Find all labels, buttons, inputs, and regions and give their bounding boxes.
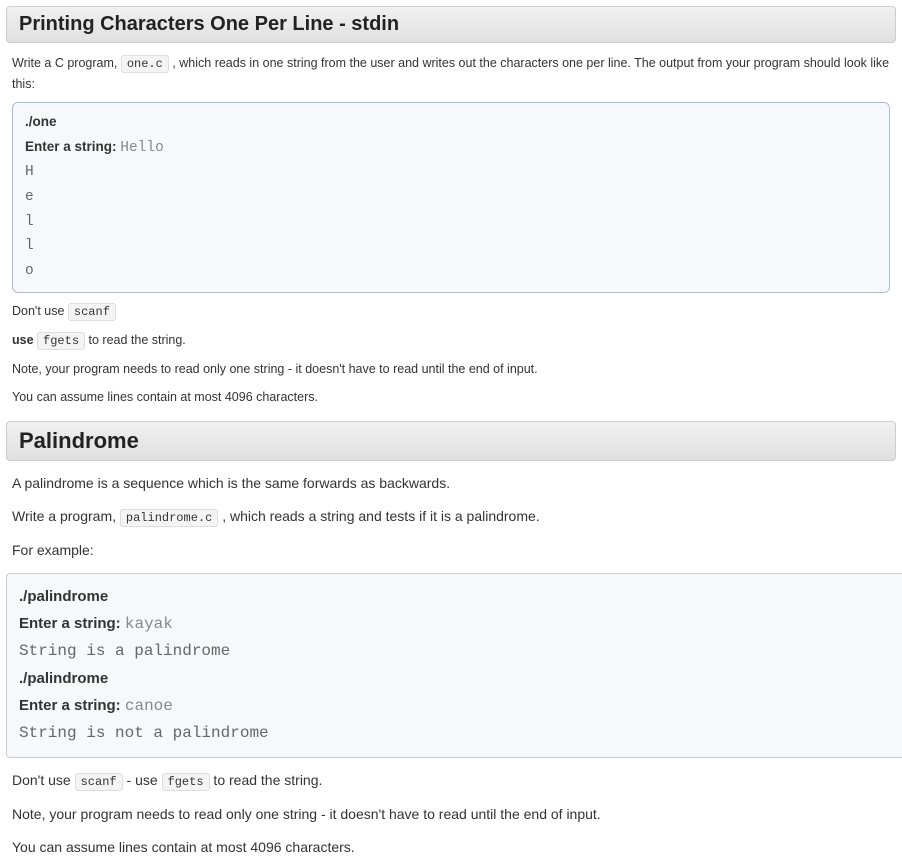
code-output: String is a palindrome [19,642,230,660]
text: to read the string. [210,772,323,788]
example-label: For example: [12,538,890,563]
note-max-chars-2: You can assume lines contain at most 409… [12,835,890,860]
section-title-palindrome: Palindrome [6,421,896,461]
code-output: e [25,189,34,205]
code-block-one-example: ./one Enter a string: Hello H e l l o [12,102,890,292]
code-input: canoe [125,697,173,715]
code-output: l [25,238,34,254]
code-prompt: Enter a string: [19,697,125,714]
code-filename-one: one.c [121,55,169,73]
text-bold: use [12,333,37,347]
code-filename-palindrome: palindrome.c [120,509,218,527]
palindrome-def: A palindrome is a sequence which is the … [12,471,890,496]
code-fgets: fgets [162,773,210,791]
section-title-stdin: Printing Characters One Per Line - stdin [6,6,896,43]
text: Write a C program, [12,56,121,70]
dont-use-scanf: Don't use scanf [12,301,890,322]
code-cmd: ./palindrome [19,670,108,687]
dont-use-scanf-2: Don't use scanf - use fgets to read the … [12,768,890,794]
text: Don't use [12,772,75,788]
intro-paragraph-1: Write a C program, one.c , which reads i… [12,53,890,94]
code-cmd: ./one [25,114,57,129]
code-scanf: scanf [68,303,116,321]
code-output: l [25,214,34,230]
note-max-chars: You can assume lines contain at most 409… [12,387,890,407]
text: to read the string. [85,333,186,347]
note-one-string-2: Note, your program needs to read only on… [12,802,890,827]
code-scanf: scanf [75,773,123,791]
code-output: H [25,164,34,180]
code-input: kayak [125,615,173,633]
code-output: o [25,263,34,279]
use-fgets: use fgets to read the string. [12,330,890,351]
code-block-palindrome-example: ./palindrome Enter a string: kayak Strin… [6,573,902,758]
code-prompt: Enter a string: [19,615,125,632]
code-cmd: ./palindrome [19,588,108,605]
text: Write a program, [12,508,120,524]
text: , which reads a string and tests if it i… [218,508,539,524]
note-one-string: Note, your program needs to read only on… [12,359,890,379]
text: - use [123,772,162,788]
code-prompt: Enter a string: [25,139,120,154]
code-output: String is not a palindrome [19,724,269,742]
code-input: Hello [120,140,164,156]
text: Don't use [12,304,68,318]
palindrome-intro: Write a program, palindrome.c , which re… [12,504,890,530]
code-fgets: fgets [37,332,85,350]
